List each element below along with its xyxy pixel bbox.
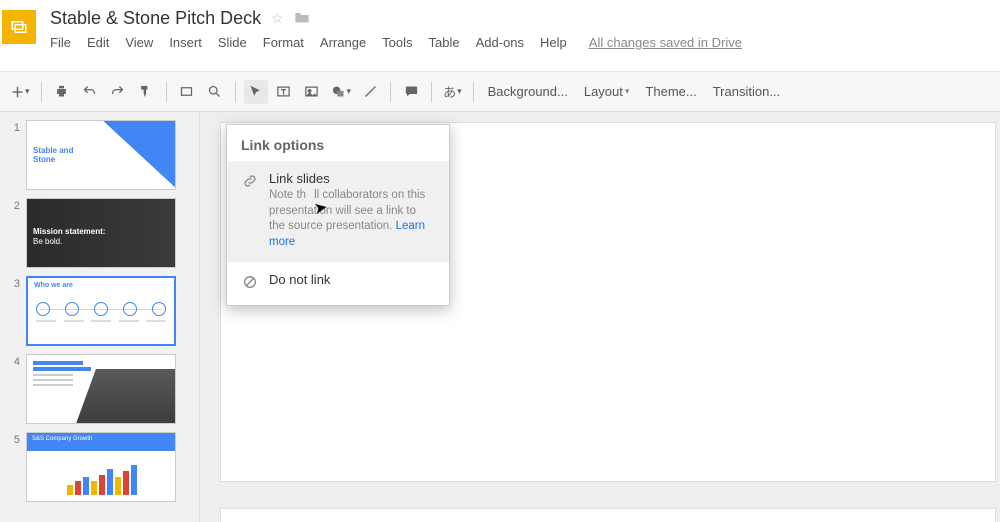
thumb-slide-5[interactable]: S&S Company Growth [26,432,176,502]
triangle-decoration [99,120,176,190]
background-button[interactable]: Background... [482,84,574,99]
link-icon [241,173,259,250]
slides-app-icon [2,10,36,44]
thumb-slide-3[interactable]: Who we are [26,276,176,346]
thumb-number: 4 [6,354,20,368]
line-icon[interactable] [358,80,382,104]
option-link-slides[interactable]: Link slides Note thll collaborators on t… [227,161,449,262]
thumb3-title: Who we are [34,282,73,289]
option-label: Do not link [269,272,435,287]
menu-edit[interactable]: Edit [87,35,109,50]
thumb-row-3[interactable]: 3 Who we are [0,272,199,350]
fit-icon[interactable] [175,80,199,104]
menu-file[interactable]: File [50,35,71,50]
layout-button[interactable]: Layout▾ [578,84,636,99]
comment-icon[interactable] [399,80,423,104]
undo-icon[interactable] [78,80,102,104]
separator [390,82,391,102]
star-icon[interactable]: ☆ [271,10,284,27]
select-tool-icon[interactable] [244,80,268,104]
thumb-number: 2 [6,198,20,212]
slide-next[interactable]: '06 52 [220,508,996,522]
menu-table[interactable]: Table [429,35,460,50]
thumb-number: 3 [6,276,20,290]
bullets [36,320,166,322]
option-do-not-link[interactable]: Do not link [227,262,449,305]
menu-insert[interactable]: Insert [169,35,202,50]
menu-addons[interactable]: Add-ons [476,35,524,50]
thumb2-text: Mission statement:Be bold. [33,227,105,246]
prohibit-icon [241,274,259,293]
header: Stable & Stone Pitch Deck ☆ File Edit Vi… [0,0,1000,72]
menu-slide[interactable]: Slide [218,35,247,50]
menu-bar: File Edit View Insert Slide Format Arran… [50,35,992,50]
thumb-number: 1 [6,120,20,134]
menu-format[interactable]: Format [263,35,304,50]
separator [41,82,42,102]
theme-button[interactable]: Theme... [639,84,702,99]
slide-thumbnail-rail[interactable]: 1 Stable andStone 2 Mission statement:Be… [0,112,200,522]
thumb-slide-2[interactable]: Mission statement:Be bold. [26,198,176,268]
timeline-circles [36,302,166,316]
thumb5-chart [67,465,137,495]
theme-label: Theme... [645,84,696,99]
separator [473,82,474,102]
thumb-row-1[interactable]: 1 Stable andStone [0,116,199,194]
toolbar: ＋▾ ▾ あ▾ Background... Layout▾ Theme... T… [0,72,1000,112]
thumb-slide-4[interactable] [26,354,176,424]
option-label: Link slides [269,171,435,186]
textbox-icon[interactable] [272,80,296,104]
thumb-row-4[interactable]: 4 [0,350,199,428]
layout-label: Layout [584,84,623,99]
thumb4-heading [33,361,93,386]
separator [431,82,432,102]
paint-format-icon[interactable] [134,80,158,104]
thumb-number: 5 [6,432,20,446]
thumb5-header: S&S Company Growth [27,433,175,451]
input-tools-icon[interactable]: あ▾ [440,80,465,104]
transition-button[interactable]: Transition... [707,84,786,99]
thumb-slide-1[interactable]: Stable andStone [26,120,176,190]
print-icon[interactable] [50,80,74,104]
separator [166,82,167,102]
transition-label: Transition... [713,84,780,99]
link-options-popup: Link options Link slides Note thll colla… [226,124,450,306]
thumb-row-5[interactable]: 5 S&S Company Growth [0,428,199,506]
thumb1-title: Stable andStone [33,147,73,165]
zoom-icon[interactable] [203,80,227,104]
save-status[interactable]: All changes saved in Drive [589,35,742,50]
redo-icon[interactable] [106,80,130,104]
folder-icon[interactable] [294,10,310,27]
title-area: Stable & Stone Pitch Deck ☆ File Edit Vi… [50,6,992,50]
new-slide-button[interactable]: ＋▾ [8,80,33,104]
menu-help[interactable]: Help [540,35,567,50]
option-description: Note thll collaborators on this presenta… [269,188,435,250]
option-body: Do not link [269,272,435,293]
menu-arrange[interactable]: Arrange [320,35,366,50]
popup-title: Link options [227,125,449,161]
thumb-row-2[interactable]: 2 Mission statement:Be bold. [0,194,199,272]
menu-tools[interactable]: Tools [382,35,412,50]
separator [235,82,236,102]
option-body: Link slides Note thll collaborators on t… [269,171,435,250]
menu-view[interactable]: View [125,35,153,50]
main-area: 1 Stable andStone 2 Mission statement:Be… [0,112,1000,522]
shape-icon[interactable]: ▾ [328,80,355,104]
background-label: Background... [488,84,568,99]
image-icon[interactable] [300,80,324,104]
document-title[interactable]: Stable & Stone Pitch Deck [50,8,261,29]
